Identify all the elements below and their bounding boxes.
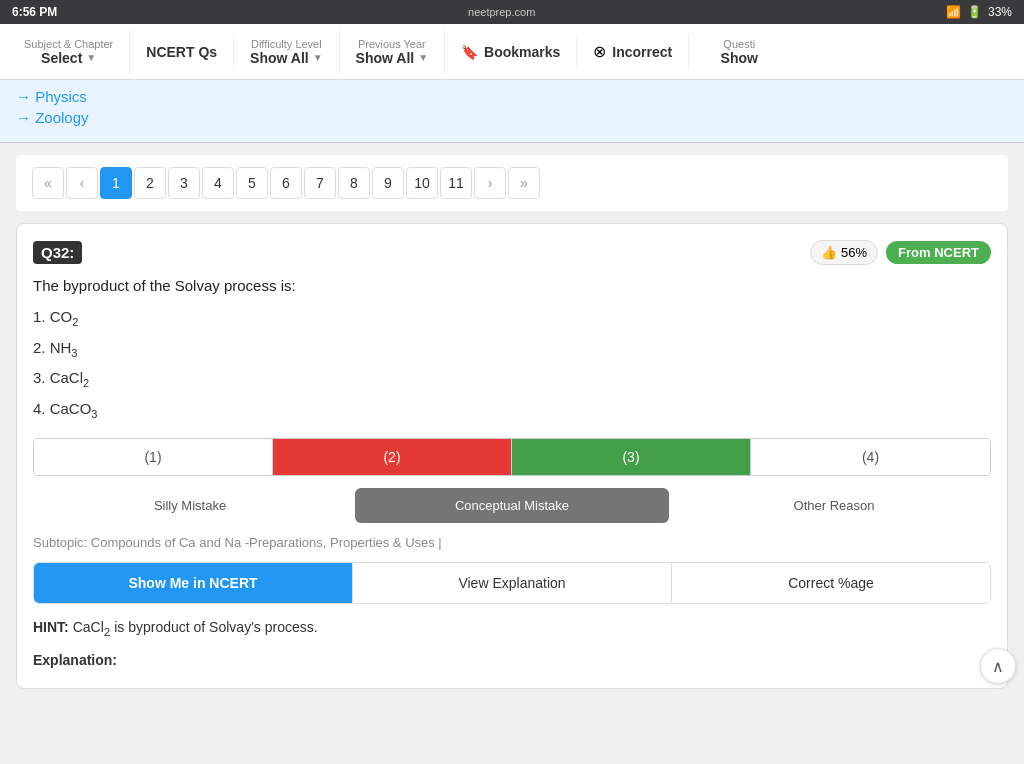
reason-other[interactable]: Other Reason	[677, 488, 991, 523]
option-3: 3. CaCl2	[33, 367, 991, 392]
question-text: The byproduct of the Solvay process is:	[33, 277, 991, 294]
reason-row: Silly Mistake Conceptual Mistake Other R…	[33, 488, 991, 523]
show-ncert-button[interactable]: Show Me in NCERT	[34, 563, 353, 603]
nav-difficulty[interactable]: Difficulty Level Show All ▼	[234, 30, 340, 74]
nav-questions-label: Questi	[723, 38, 755, 50]
question-meta: 👍 56% From NCERT	[810, 240, 991, 265]
answer-cell-1[interactable]: (1)	[34, 439, 273, 475]
page-7[interactable]: 7	[304, 167, 336, 199]
like-badge: 👍 56%	[810, 240, 878, 265]
nav-previous-year[interactable]: Previous Year Show All ▼	[340, 30, 446, 74]
nav-bookmarks[interactable]: 🔖 Bookmarks	[445, 36, 577, 68]
nav-subject-value: Select ▼	[41, 50, 96, 66]
page-prev[interactable]: ‹	[66, 167, 98, 199]
nav-subject-label: Subject & Chapter	[24, 38, 113, 50]
view-explanation-button[interactable]: View Explanation	[353, 563, 672, 603]
page-last[interactable]: »	[508, 167, 540, 199]
nav-questions[interactable]: Questi Show	[689, 30, 789, 74]
subtopic: Subtopic: Compounds of Ca and Na -Prepar…	[33, 535, 991, 550]
page-next[interactable]: ›	[474, 167, 506, 199]
answer-cell-4[interactable]: (4)	[751, 439, 990, 475]
question-number: Q32:	[33, 241, 82, 264]
nav-questions-value: Show	[721, 50, 758, 66]
like-percent: 56%	[841, 245, 867, 260]
page-11[interactable]: 11	[440, 167, 472, 199]
option-2: 2. NH3	[33, 337, 991, 362]
nav-incorrect-label: Incorrect	[612, 44, 672, 60]
physics-link[interactable]: Physics	[16, 88, 1008, 105]
page-3[interactable]: 3	[168, 167, 200, 199]
page-8[interactable]: 8	[338, 167, 370, 199]
bookmark-icon: 🔖	[461, 44, 478, 60]
nav-ncert-label: NCERT Qs	[146, 44, 217, 60]
battery-level: 33%	[988, 5, 1012, 19]
wifi-icon: 📶	[946, 5, 961, 19]
status-right: 📶 🔋 33%	[946, 5, 1012, 19]
nav-bar: Subject & Chapter Select ▼ NCERT Qs Diff…	[0, 24, 1024, 80]
subject-area: Physics Zoology	[0, 80, 1024, 143]
nav-incorrect[interactable]: ⊗ Incorrect	[577, 34, 689, 69]
pagination: « ‹ 1 2 3 4 5 6 7 8 9 10 11 › »	[16, 155, 1008, 211]
correct-pctage-button[interactable]: Correct %age	[672, 563, 990, 603]
page-6[interactable]: 6	[270, 167, 302, 199]
hint-section: HINT: CaCl2 is byproduct of Solvay's pro…	[33, 616, 991, 672]
hint-label: HINT:	[33, 619, 73, 635]
explanation-label: Explanation:	[33, 649, 991, 671]
status-bar: 6:56 PM neetprep.com 📶 🔋 33%	[0, 0, 1024, 24]
nav-prev-value: Show All ▼	[356, 50, 429, 66]
answer-cell-3[interactable]: (3)	[512, 439, 751, 475]
question-header: Q32: 👍 56% From NCERT	[33, 240, 991, 265]
nav-bookmarks-label: Bookmarks	[484, 44, 560, 60]
ncert-badge: From NCERT	[886, 241, 991, 264]
answer-grid: (1) (2) (3) (4)	[33, 438, 991, 476]
reason-conceptual[interactable]: Conceptual Mistake	[355, 488, 669, 523]
nav-ncert-qs[interactable]: NCERT Qs	[130, 36, 234, 68]
question-card: Q32: 👍 56% From NCERT The byproduct of t…	[16, 223, 1008, 689]
scroll-up-button[interactable]: ∧	[980, 648, 1016, 684]
incorrect-icon: ⊗	[593, 42, 606, 61]
answer-cell-2[interactable]: (2)	[273, 439, 512, 475]
reason-silly[interactable]: Silly Mistake	[33, 488, 347, 523]
page-first[interactable]: «	[32, 167, 64, 199]
nav-prev-label: Previous Year	[358, 38, 426, 50]
nav-difficulty-value: Show All ▼	[250, 50, 323, 66]
page-4[interactable]: 4	[202, 167, 234, 199]
page-2[interactable]: 2	[134, 167, 166, 199]
page-10[interactable]: 10	[406, 167, 438, 199]
status-time: 6:56 PM	[12, 5, 57, 19]
thumb-icon: 👍	[821, 245, 837, 260]
page-1[interactable]: 1	[100, 167, 132, 199]
page-9[interactable]: 9	[372, 167, 404, 199]
nav-subject-chapter[interactable]: Subject & Chapter Select ▼	[8, 30, 130, 74]
zoology-link[interactable]: Zoology	[16, 109, 1008, 126]
status-url: neetprep.com	[468, 6, 535, 18]
battery-icon: 🔋	[967, 5, 982, 19]
hint-text: CaCl2 is byproduct of Solvay's process.	[73, 619, 318, 635]
action-row: Show Me in NCERT View Explanation Correc…	[33, 562, 991, 604]
option-4: 4. CaCO3	[33, 398, 991, 423]
nav-difficulty-label: Difficulty Level	[251, 38, 322, 50]
option-1: 1. CO2	[33, 306, 991, 331]
page-5[interactable]: 5	[236, 167, 268, 199]
